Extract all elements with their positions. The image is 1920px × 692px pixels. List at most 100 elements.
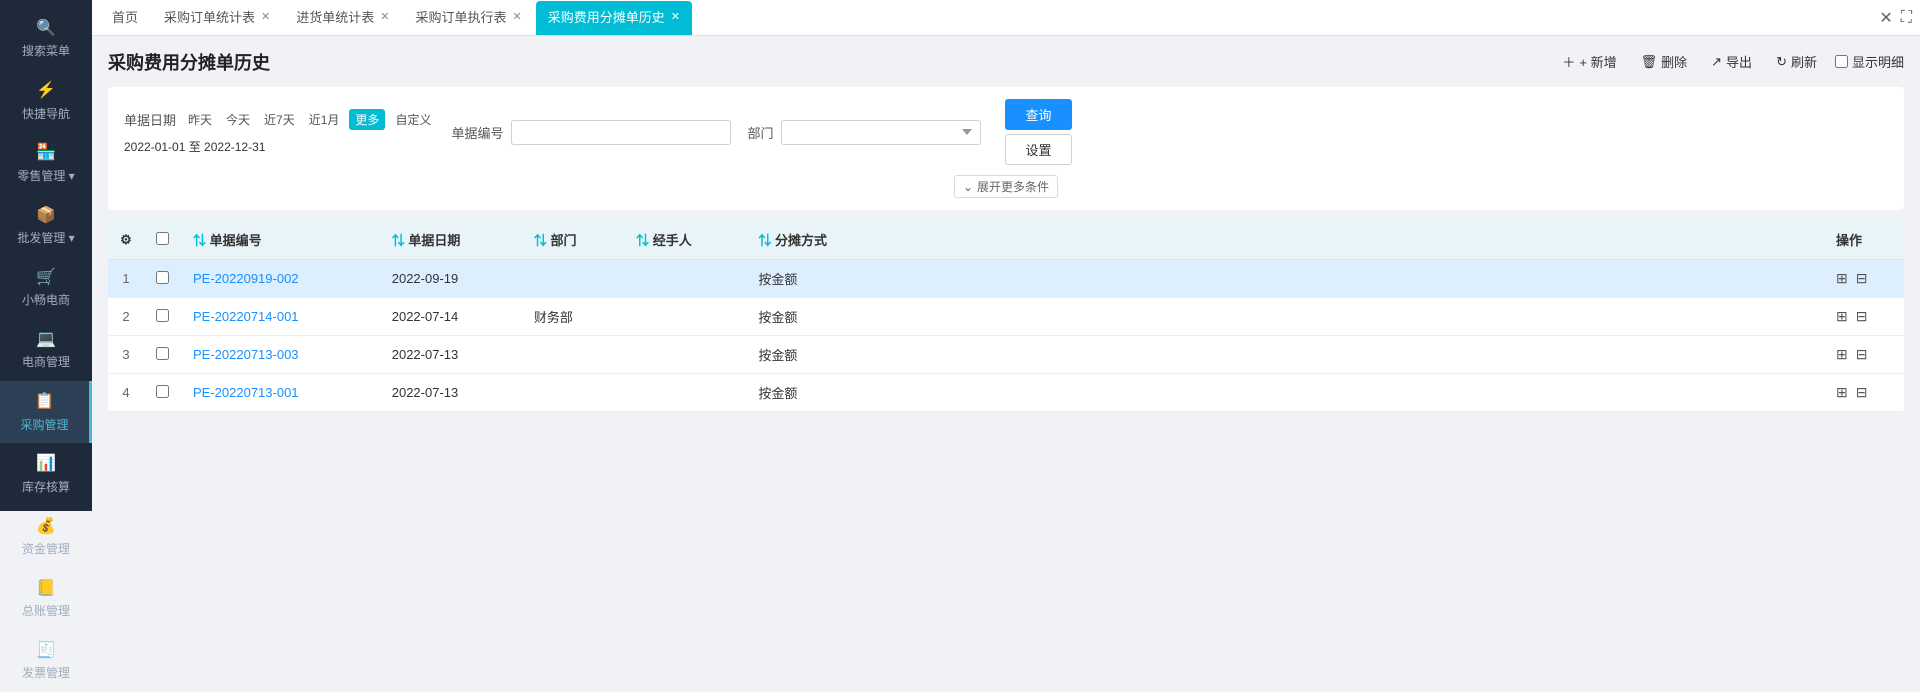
tab-inbound-stats[interactable]: 进货单统计表 ✕ [284, 1, 401, 35]
shortcut-yesterday[interactable]: 昨天 [184, 109, 216, 130]
maximize-icon[interactable]: ⛶ [1901, 9, 1912, 27]
sidebar: 🔍 搜索菜单 ⚡ 快捷导航 🏪 零售管理 ▾ 📦 批发管理 ▾ 🛒 小畅电商 💻… [0, 0, 92, 511]
cell-action-4: ⊞ ⊟ [1824, 374, 1904, 412]
order-no-input[interactable] [511, 120, 731, 145]
sort-dept-icon: ⇅ [534, 233, 547, 248]
cell-dept-3 [522, 336, 624, 374]
shortcut-today[interactable]: 今天 [222, 109, 254, 130]
refresh-button[interactable]: ↻ 刷新 [1770, 48, 1823, 75]
main-content: 首页 采购订单统计表 ✕ 进货单统计表 ✕ 采购订单执行表 ✕ 采购费用分摊单历… [92, 0, 1920, 511]
cell-handler-4 [624, 374, 746, 412]
order-no-filter: 单据编号 [451, 120, 731, 145]
th-order-no[interactable]: ⇅ 单据编号 [181, 220, 380, 260]
ecommerce-small-icon: 🛒 [4, 267, 88, 289]
sidebar-item-search[interactable]: 🔍 搜索菜单 [0, 8, 92, 70]
view-icon-2[interactable]: ⊞ [1836, 308, 1848, 325]
checkbox-row-4[interactable] [156, 385, 169, 398]
invoice-icon: 🧾 [4, 640, 88, 662]
shortcut-7days[interactable]: 近7天 [260, 109, 299, 130]
cell-split-method-2: 按金额 [746, 298, 1824, 336]
th-settings[interactable]: ⚙ [108, 220, 144, 260]
th-split-method[interactable]: ⇅ 分摊方式 [746, 220, 1824, 260]
delete-button[interactable]: 🗑 删除 [1635, 48, 1694, 75]
sidebar-item-finance[interactable]: 💰 资金管理 [0, 506, 92, 568]
cell-handler-1 [624, 260, 746, 298]
view-icon-1[interactable]: ⊞ [1836, 270, 1848, 287]
table-row: 2 PE-20220714-001 2022-07-14 财务部 按金额 ⊞ ⊟ [108, 298, 1904, 336]
sidebar-item-purchase[interactable]: 📋 采购管理 [0, 381, 92, 443]
checkbox-row-2[interactable] [156, 309, 169, 322]
expand-more-section: ⌄ 展开更多条件 [124, 175, 1888, 198]
settings-button[interactable]: 设置 [1005, 134, 1071, 165]
close-tab-inbound-stats[interactable]: ✕ [380, 10, 389, 23]
link-order-no-1[interactable]: PE-20220919-002 [193, 271, 299, 286]
tab-bar: 首页 采购订单统计表 ✕ 进货单统计表 ✕ 采购订单执行表 ✕ 采购费用分摊单历… [92, 0, 1920, 36]
cell-date-4: 2022-07-13 [380, 374, 522, 412]
edit-icon-3[interactable]: ⊟ [1856, 346, 1868, 363]
view-icon-3[interactable]: ⊞ [1836, 346, 1848, 363]
close-all-tabs-icon[interactable]: ✕ [1879, 8, 1892, 28]
shortcut-more[interactable]: 更多 [349, 109, 385, 130]
cell-split-method-1: 按金额 [746, 260, 1824, 298]
checkbox-row-3[interactable] [156, 347, 169, 360]
query-button[interactable]: 查询 [1005, 99, 1071, 130]
cell-date-2: 2022-07-14 [380, 298, 522, 336]
table-header-row: ⚙ ⇅ 单据编号 ⇅ 单据日期 ⇅ [108, 220, 1904, 260]
close-tab-purchase-order-stats[interactable]: ✕ [261, 10, 270, 23]
link-order-no-4[interactable]: PE-20220713-001 [193, 385, 299, 400]
export-button[interactable]: ↗ 导出 [1705, 48, 1758, 75]
tab-purchase-order-exec[interactable]: 采购订单执行表 ✕ [403, 1, 533, 35]
edit-icon-4[interactable]: ⊟ [1856, 384, 1868, 401]
cell-handler-3 [624, 336, 746, 374]
sidebar-item-ecommerce-small[interactable]: 🛒 小畅电商 [0, 257, 92, 319]
edit-icon-2[interactable]: ⊟ [1856, 308, 1868, 325]
sort-date-icon: ⇅ [392, 233, 405, 248]
close-tab-purchase-order-exec[interactable]: ✕ [513, 10, 522, 23]
cell-action-3: ⊞ ⊟ [1824, 336, 1904, 374]
sidebar-item-invoice[interactable]: 🧾 发票管理 [0, 630, 92, 692]
cell-split-method-4: 按金额 [746, 374, 1824, 412]
sort-asc-icon: ⇅ [193, 233, 206, 248]
th-dept[interactable]: ⇅ 部门 [522, 220, 624, 260]
cell-action-1: ⊞ ⊟ [1824, 260, 1904, 298]
sidebar-item-ledger[interactable]: 📒 总账管理 [0, 568, 92, 630]
link-order-no-2[interactable]: PE-20220714-001 [193, 309, 299, 324]
link-order-no-3[interactable]: PE-20220713-003 [193, 347, 299, 362]
row-num-1: 1 [108, 260, 144, 298]
checkbox-row-1[interactable] [156, 271, 169, 284]
sidebar-item-wholesale[interactable]: 📦 批发管理 ▾ [0, 195, 92, 257]
th-date[interactable]: ⇅ 单据日期 [380, 220, 522, 260]
tab-purchase-cost-history[interactable]: 采购费用分摊单历史 ✕ [536, 1, 692, 35]
content-area: 采购费用分摊单历史 ＋ + 新增 🗑 删除 ↗ 导出 ↻ 刷新 [92, 36, 1920, 511]
sidebar-item-ecommerce[interactable]: 💻 电商管理 [0, 319, 92, 381]
sidebar-item-inventory[interactable]: 📊 库存核算 [0, 443, 92, 505]
display-detail-checkbox[interactable] [1835, 55, 1848, 68]
row-checkbox-4 [144, 374, 181, 412]
dept-filter: 部门 [747, 120, 981, 145]
expand-more-button[interactable]: ⌄ 展开更多条件 [954, 175, 1058, 198]
order-no-label: 单据编号 [451, 123, 503, 142]
cell-date-3: 2022-07-13 [380, 336, 522, 374]
expand-icon: ⌄ [963, 180, 973, 194]
close-tab-purchase-cost-history[interactable]: ✕ [671, 10, 680, 23]
edit-icon-1[interactable]: ⊟ [1856, 270, 1868, 287]
dept-select[interactable] [781, 120, 981, 145]
table-row: 1 PE-20220919-002 2022-09-19 按金额 ⊞ ⊟ [108, 260, 1904, 298]
add-button[interactable]: ＋ + 新增 [1556, 48, 1622, 75]
row-checkbox-3 [144, 336, 181, 374]
sidebar-item-shortcut[interactable]: ⚡ 快捷导航 [0, 70, 92, 132]
select-all-checkbox[interactable] [156, 232, 169, 245]
purchase-icon: 📋 [4, 391, 85, 413]
cell-order-no-4: PE-20220713-001 [181, 374, 380, 412]
view-icon-4[interactable]: ⊞ [1836, 384, 1848, 401]
cell-dept-1 [522, 260, 624, 298]
th-handler[interactable]: ⇅ 经手人 [624, 220, 746, 260]
tab-home[interactable]: 首页 [100, 1, 150, 35]
shortcut-custom[interactable]: 自定义 [391, 109, 435, 130]
display-toggle: 显示明细 [1835, 52, 1904, 71]
sort-handler-icon: ⇅ [636, 233, 649, 248]
tab-purchase-order-stats[interactable]: 采购订单统计表 ✕ [152, 1, 282, 35]
filter-row-1: 单据日期 昨天 今天 近7天 近1月 更多 自定义 2022-01-01 至 2… [124, 99, 1888, 165]
shortcut-1month[interactable]: 近1月 [305, 109, 344, 130]
sidebar-item-retail[interactable]: 🏪 零售管理 ▾ [0, 132, 92, 194]
